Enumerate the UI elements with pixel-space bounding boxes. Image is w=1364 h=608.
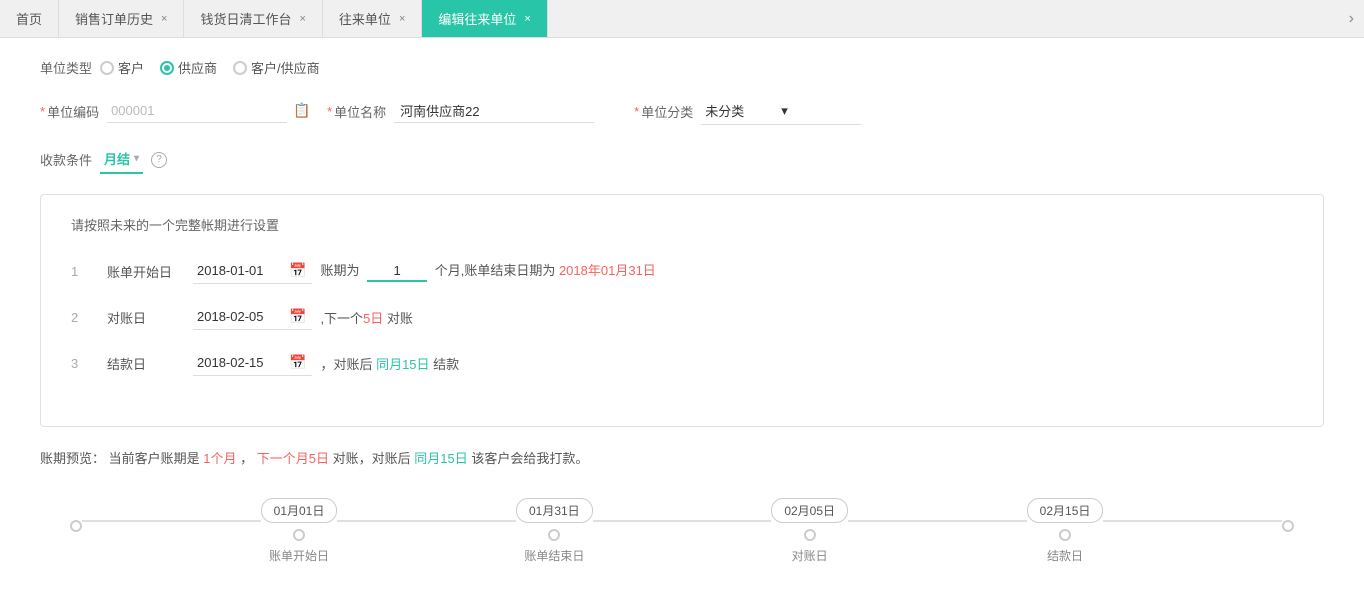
start-date-input[interactable] (197, 263, 287, 278)
main-content: 单位类型 客户 供应商 客户/供应商 * 单位编码 📋 (0, 38, 1364, 608)
period-num-1: 1 (71, 264, 91, 279)
preview-period: 1个月 (203, 451, 236, 466)
timeline-node-3: 02月05日 对账日 (771, 498, 848, 564)
timeline-label-1: 账单开始日 (269, 547, 329, 564)
timeline-pill-4: 02月15日 (1027, 498, 1104, 523)
timeline-node-2: 01月31日 账单结束日 (516, 498, 593, 564)
timeline-node-1: 01月01日 账单开始日 (261, 498, 338, 564)
chevron-down-icon: ▾ (781, 103, 857, 119)
close-icon[interactable]: × (399, 13, 405, 25)
timeline-line-5 (1103, 520, 1282, 522)
unit-name-label: 单位名称 (334, 102, 386, 121)
unit-name-input[interactable] (394, 99, 594, 123)
timeline-pill-2: 01月31日 (516, 498, 593, 523)
unit-code-group: * 单位编码 📋 (40, 99, 287, 123)
timeline-label-4: 结款日 (1047, 547, 1083, 564)
timeline-node-4: 02月15日 结款日 (1027, 498, 1104, 564)
payment-label: 收款条件 (40, 150, 92, 169)
period-num-3: 3 (71, 356, 91, 371)
chevron-down-icon: ▾ (134, 153, 139, 164)
payment-date-input[interactable] (197, 355, 287, 370)
unit-class-label: 单位分类 (641, 102, 693, 121)
timeline-line-4 (848, 520, 1027, 522)
close-icon[interactable]: × (161, 13, 167, 25)
copy-icon[interactable]: 📋 (291, 100, 312, 121)
timeline-line-3 (593, 520, 772, 522)
timeline-dot-4 (1059, 529, 1071, 541)
timeline-line-2 (337, 520, 516, 522)
tab-counterparty[interactable]: 往来单位 × (323, 0, 422, 37)
unit-info-row: * 单位编码 📋 * 单位名称 * 单位分类 未分类 ▾ (40, 97, 1324, 125)
unit-code-label: 单位编码 (47, 102, 99, 121)
period-label-3: 结款日 (107, 354, 177, 373)
reconcile-date-input[interactable] (197, 309, 287, 324)
unit-type-radio-group: 客户 供应商 客户/供应商 (100, 58, 320, 77)
timeline-dot-2 (548, 529, 560, 541)
timeline-label-2: 账单结束日 (524, 547, 584, 564)
preview-payment-day: 同月15日 (414, 451, 467, 466)
period-settings-box: 请按照未来的一个完整帐期进行设置 1 账单开始日 📅 账期为 个月,账单结束日期… (40, 194, 1324, 427)
payment-condition-row: 收款条件 月结 ▾ ? (40, 145, 1324, 174)
period-hint: 请按照未来的一个完整帐期进行设置 (71, 215, 1293, 234)
required-star: * (634, 104, 639, 119)
preview-reconcile-day: 下一个月5日 (257, 451, 329, 466)
unit-code-input[interactable] (107, 99, 291, 122)
calendar-icon[interactable]: 📅 (287, 352, 308, 373)
tab-sales-history[interactable]: 销售订单历史 × (59, 0, 184, 37)
calendar-icon[interactable]: 📅 (287, 260, 308, 281)
period-num-2: 2 (71, 310, 91, 325)
month-input[interactable] (367, 261, 427, 282)
required-star: * (40, 104, 45, 119)
radio-circle-both (233, 61, 247, 75)
timeline-pill-1: 01月01日 (261, 498, 338, 523)
period-row-3: 3 结款日 📅 ，对账后 同月15日 结款 (71, 350, 1293, 376)
period-label-1: 账单开始日 (107, 262, 177, 281)
timeline-area: 01月01日 账单开始日 01月31日 账单结束日 02月05日 对账日 02月… (40, 498, 1324, 564)
tab-edit-counterparty[interactable]: 编辑往来单位 × (422, 0, 547, 37)
timeline-dot-3 (804, 529, 816, 541)
period-row-2: 2 对账日 📅 ,下一个5日 对账 (71, 304, 1293, 330)
tab-cashflow[interactable]: 钱货日清工作台 × (184, 0, 322, 37)
close-icon[interactable]: × (299, 13, 305, 25)
unit-type-label: 单位类型 (40, 58, 92, 77)
tab-home[interactable]: 首页 (0, 0, 59, 37)
radio-supplier[interactable]: 供应商 (160, 58, 217, 77)
required-star: * (327, 104, 332, 119)
timeline-end-dot (1282, 520, 1294, 532)
payment-highlight: 同月15日 (376, 357, 429, 372)
reconcile-date-input-group: 📅 (193, 304, 312, 330)
tab-more-button[interactable]: › (1339, 0, 1364, 37)
payment-condition-select[interactable]: 月结 ▾ (100, 145, 143, 174)
period-suffix-2: ,下一个5日 对账 (320, 308, 412, 327)
help-icon[interactable]: ? (151, 152, 167, 168)
period-suffix-3: ，对账后 同月15日 结款 (320, 354, 459, 373)
radio-customer-supplier[interactable]: 客户/供应商 (233, 58, 320, 77)
radio-circle-supplier (160, 61, 174, 75)
end-date-highlight: 2018年01月31日 (559, 263, 656, 278)
payment-date-input-group: 📅 (193, 350, 312, 376)
reconcile-highlight: 5日 (363, 311, 383, 326)
timeline-line-1 (82, 520, 261, 522)
unit-code-input-wrapper: 📋 (107, 99, 287, 123)
period-suffix-1: 账期为 个月,账单结束日期为 2018年01月31日 (320, 260, 655, 282)
start-date-input-group: 📅 (193, 258, 312, 284)
calendar-icon[interactable]: 📅 (287, 306, 308, 327)
tab-bar: 首页 销售订单历史 × 钱货日清工作台 × 往来单位 × 编辑往来单位 × › (0, 0, 1364, 38)
preview-text: 账期预览： 当前客户账期是 1个月 ， 下一个月5日 对账，对账后 同月15日 … (40, 447, 1324, 470)
timeline-pill-3: 02月05日 (771, 498, 848, 523)
timeline-dot-1 (293, 529, 305, 541)
unit-class-select[interactable]: 未分类 ▾ (701, 97, 861, 125)
radio-circle-customer (100, 61, 114, 75)
unit-name-group: * 单位名称 (327, 99, 594, 123)
unit-class-group: * 单位分类 未分类 ▾ (634, 97, 861, 125)
timeline-label-3: 对账日 (792, 547, 828, 564)
radio-customer[interactable]: 客户 (100, 58, 144, 77)
unit-type-row: 单位类型 客户 供应商 客户/供应商 (40, 58, 1324, 77)
period-label-2: 对账日 (107, 308, 177, 327)
period-row-1: 1 账单开始日 📅 账期为 个月,账单结束日期为 2018年01月31日 (71, 258, 1293, 284)
close-icon[interactable]: × (524, 13, 530, 25)
timeline-start-dot (70, 520, 82, 532)
